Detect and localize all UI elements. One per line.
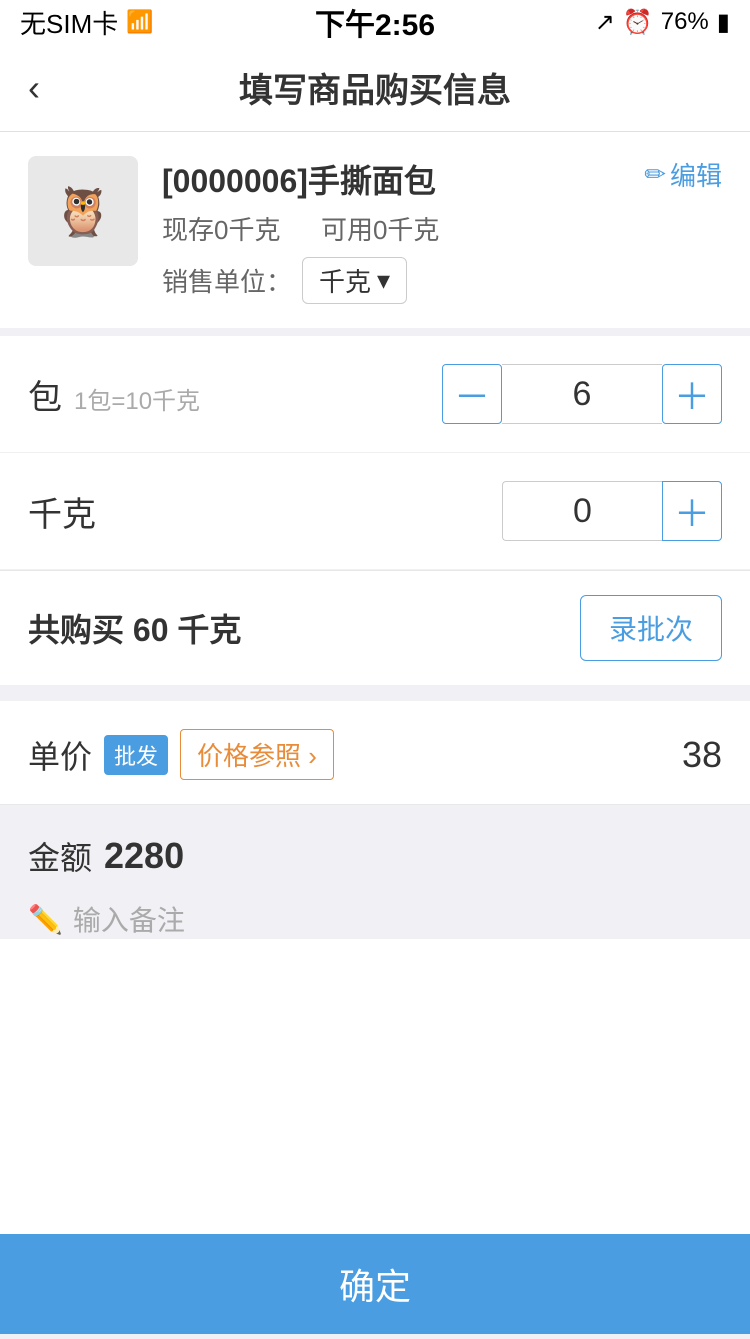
- alarm-icon: ⏰: [623, 8, 653, 37]
- battery-icon: ▮: [717, 8, 730, 37]
- edit-button[interactable]: ✏ 编辑: [644, 156, 722, 193]
- bao-increase-button[interactable]: ＋: [662, 364, 722, 424]
- amount-value: 2280: [104, 835, 184, 877]
- price-value: 38: [682, 734, 722, 776]
- bao-label-group: 包 1包=10千克: [28, 370, 200, 419]
- bao-row: 包 1包=10千克 － ＋: [0, 336, 750, 453]
- amount-label: 金额: [28, 833, 92, 879]
- bao-input[interactable]: [502, 364, 662, 424]
- note-row[interactable]: ✏️ 输入备注: [28, 899, 722, 939]
- bao-label: 包: [28, 370, 62, 419]
- summary-label: 共购买: [28, 612, 124, 648]
- unit-value: 千克: [319, 262, 371, 299]
- empty-area: [0, 939, 750, 1239]
- available-text: [288, 215, 314, 245]
- section-divider: [0, 693, 750, 701]
- summary-unit-text: 千克: [177, 612, 241, 648]
- product-stock: 现存0千克 可用0千克: [162, 210, 722, 247]
- stock-text: 现存0千克: [162, 215, 280, 245]
- amount-section: 金额 2280 ✏️ 输入备注: [0, 805, 750, 939]
- product-name: [0000006]手撕面包: [162, 156, 436, 202]
- status-time: 下午2:56: [315, 0, 435, 44]
- note-placeholder: 输入备注: [73, 899, 185, 939]
- unit-dropdown-icon: ▾: [377, 265, 390, 296]
- price-section: 单价 批发 价格参照 › 38: [0, 701, 750, 805]
- edit-label: 编辑: [670, 156, 722, 193]
- amount-row: 金额 2280: [28, 833, 722, 879]
- unit-select[interactable]: 千克 ▾: [302, 257, 407, 304]
- confirm-button[interactable]: 确定: [0, 1234, 750, 1334]
- page-title: 填写商品购买信息: [239, 63, 511, 112]
- location-icon: ↗: [595, 8, 615, 37]
- unit-label: 销售单位：: [162, 262, 292, 299]
- qianke-controls: ＋: [502, 481, 722, 541]
- product-img-placeholder: 🦉: [53, 183, 113, 240]
- status-left: 无SIM卡 📶: [20, 4, 154, 41]
- product-name-row: [0000006]手撕面包 ✏ 编辑: [162, 156, 722, 202]
- summary-number: 60: [133, 612, 169, 648]
- price-label: 单价: [28, 732, 92, 778]
- qianke-label: 千克: [28, 487, 96, 536]
- quantity-section: 包 1包=10千克 － ＋ 千克 ＋: [0, 336, 750, 571]
- back-button[interactable]: ‹: [28, 67, 40, 109]
- status-bar: 无SIM卡 📶 下午2:56 ↗ ⏰ 76% ▮: [0, 0, 750, 44]
- wifi-icon: 📶: [126, 9, 153, 35]
- qianke-input[interactable]: [502, 481, 662, 541]
- product-image: 🦉: [28, 156, 138, 266]
- battery-text: 76%: [661, 8, 709, 36]
- summary-text: 共购买 60 千克: [28, 605, 241, 651]
- carrier-text: 无SIM卡: [20, 4, 118, 41]
- note-icon: ✏️: [28, 903, 63, 936]
- status-right: ↗ ⏰ 76% ▮: [595, 8, 730, 37]
- bao-decrease-button[interactable]: －: [442, 364, 502, 424]
- batch-button[interactable]: 录批次: [580, 595, 722, 661]
- edit-icon: ✏: [644, 159, 666, 190]
- confirm-button-label: 确定: [339, 1258, 411, 1310]
- price-left: 单价 批发 价格参照 ›: [28, 729, 334, 780]
- bao-sub-label: 1包=10千克: [74, 381, 200, 416]
- price-badge: 批发: [104, 735, 168, 775]
- qianke-row: 千克 ＋: [0, 453, 750, 570]
- bao-controls: － ＋: [442, 364, 722, 424]
- price-ref-button[interactable]: 价格参照 ›: [180, 729, 334, 780]
- nav-bar: ‹ 填写商品购买信息: [0, 44, 750, 132]
- summary-section: 共购买 60 千克 录批次: [0, 571, 750, 693]
- qianke-increase-button[interactable]: ＋: [662, 481, 722, 541]
- qianke-label-group: 千克: [28, 487, 96, 536]
- product-unit-row: 销售单位： 千克 ▾: [162, 257, 722, 304]
- product-info: [0000006]手撕面包 ✏ 编辑 现存0千克 可用0千克 销售单位： 千克 …: [162, 156, 722, 304]
- available-value: 可用0千克: [321, 215, 439, 245]
- product-card: 🦉 [0000006]手撕面包 ✏ 编辑 现存0千克 可用0千克 销售单位： 千…: [0, 132, 750, 336]
